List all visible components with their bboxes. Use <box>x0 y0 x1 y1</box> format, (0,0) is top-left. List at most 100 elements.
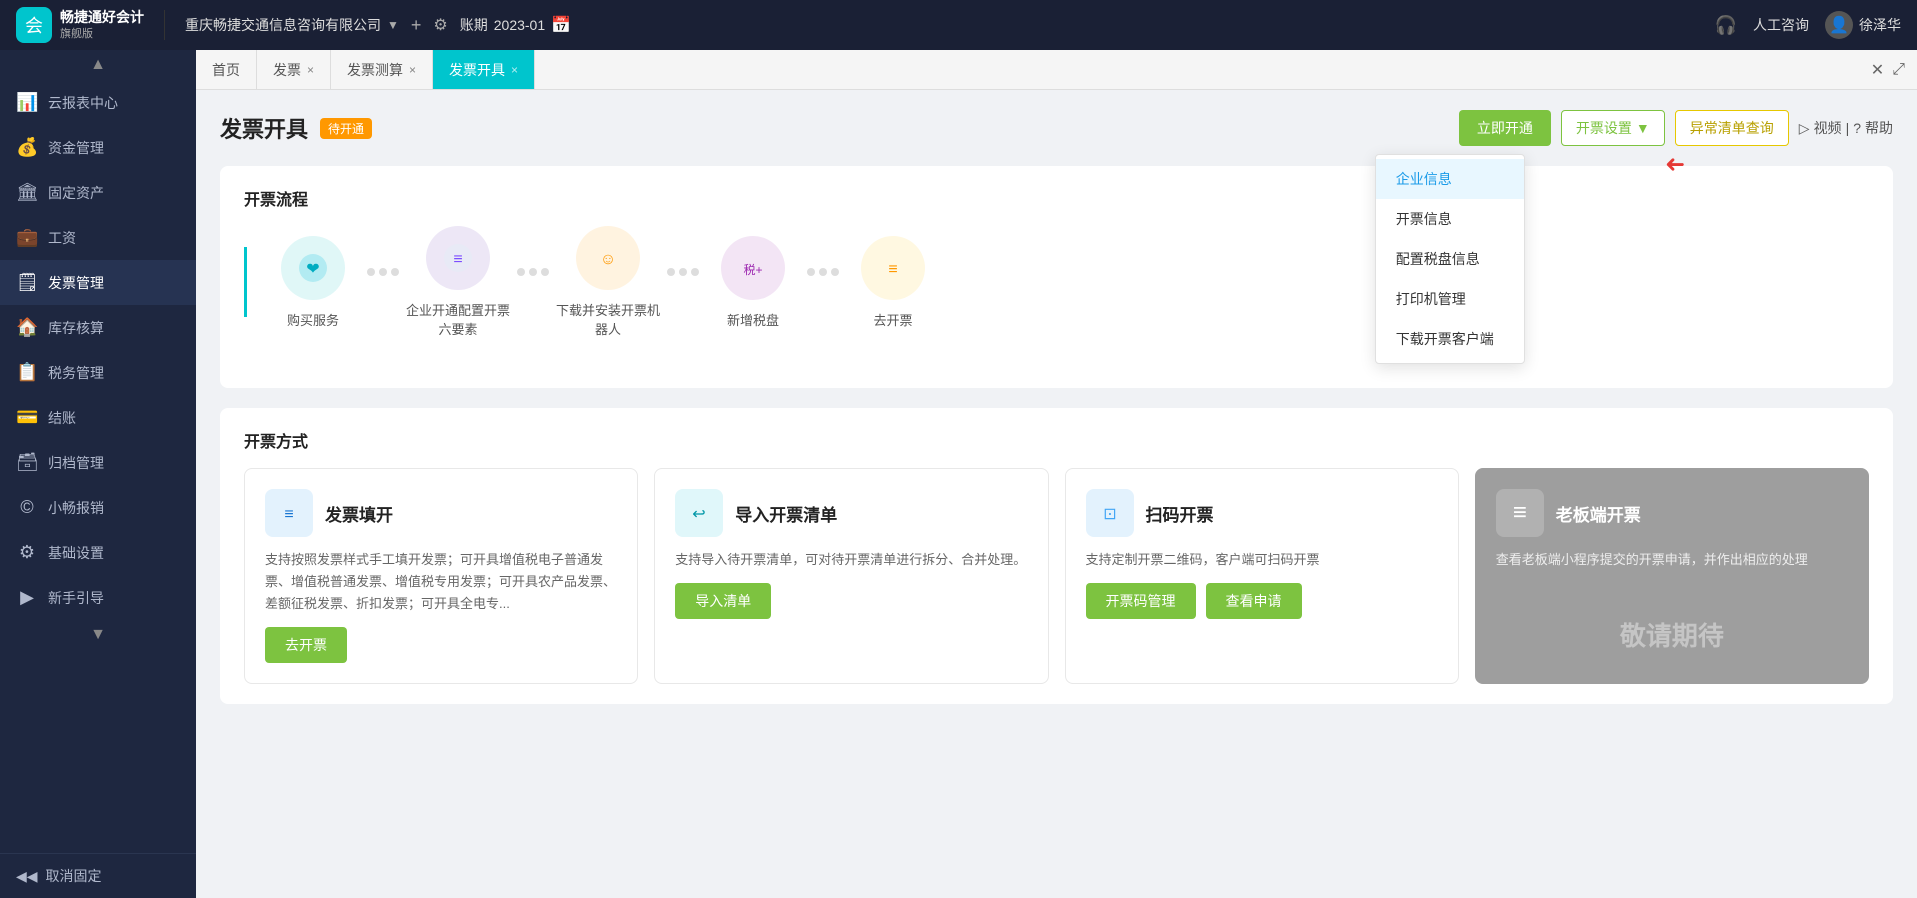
saoma-btns: 开票码管理 查看申请 <box>1086 583 1438 619</box>
tab-maximize-btn[interactable]: ⤢ <box>1892 61 1905 79</box>
process-dots-2 <box>517 268 549 296</box>
shuiwu-icon: 📋 <box>16 362 38 383</box>
settings-icon[interactable]: ⚙ <box>433 15 447 35</box>
page-title: 发票开具 <box>220 112 308 144</box>
dropdown-item-qiye[interactable]: 企业信息 <box>1376 159 1524 199</box>
method-title-laoban: 老板端开票 <box>1556 501 1641 526</box>
methods-section: 开票方式 ≡ 发票填开 支持按照发票样式手工填开发票；可开具增值税电子普通发票、… <box>220 408 1893 704</box>
method-header-laoban: ≡ 老板端开票 <box>1496 489 1848 537</box>
svg-text:≡: ≡ <box>888 261 897 278</box>
sidebar-item-jichushezhi[interactable]: ⚙ 基础设置 <box>0 530 196 575</box>
abnormal-button[interactable]: 异常清单查询 <box>1675 110 1789 146</box>
calendar-icon[interactable]: 📅 <box>551 15 571 35</box>
tab-fapiao-label: 发票 <box>273 60 301 80</box>
dropdown-item-kaipiao[interactable]: 开票信息 <box>1376 199 1524 239</box>
sidebar-item-zijin[interactable]: 💰 资金管理 <box>0 125 196 170</box>
daoru-btn[interactable]: 导入清单 <box>675 583 771 619</box>
dropdown-item-peizhi[interactable]: 配置税盘信息 <box>1376 239 1524 279</box>
sidebar-item-jiezhang[interactable]: 💳 结账 <box>0 395 196 440</box>
top-divider <box>164 10 165 40</box>
add-icon[interactable]: + <box>411 15 422 36</box>
sidebar-item-shuiwu[interactable]: 📋 税务管理 <box>0 350 196 395</box>
methods-grid: ≡ 发票填开 支持按照发票样式手工填开发票；可开具增值税电子普通发票、增值税普通… <box>244 468 1869 684</box>
laoban-overlay: 敬请期待 <box>1496 606 1848 663</box>
sidebar-label-jiezhang: 结账 <box>48 408 76 428</box>
tab-fapiao-close-icon[interactable]: × <box>307 63 314 77</box>
sidebar-scroll-up[interactable]: ▲ <box>0 50 196 80</box>
sidebar-label-kucun: 库存核算 <box>48 318 104 338</box>
dropdown-item-dayinji[interactable]: 打印机管理 <box>1376 279 1524 319</box>
sidebar-item-gudingzichan[interactable]: 🏛 固定资产 <box>0 170 196 215</box>
method-header-tiankao: ≡ 发票填开 <box>265 489 617 537</box>
process-icon-5: ≡ <box>861 236 925 300</box>
help-label[interactable]: 帮助 <box>1865 118 1893 138</box>
tiankao-btn[interactable]: 去开票 <box>265 627 347 663</box>
content-area: 首页 发票 × 发票测算 × 发票开具 × ✕ ⤢ <box>196 50 1917 898</box>
sidebar-item-yunbao[interactable]: 📊 云报表中心 <box>0 80 196 125</box>
user-info[interactable]: 👤 徐泽华 <box>1825 11 1901 39</box>
separator: | <box>1846 120 1850 136</box>
video-label[interactable]: 视频 <box>1814 118 1842 138</box>
company-selector[interactable]: 重庆畅捷交通信息咨询有限公司 ▼ <box>185 15 399 35</box>
dot3 <box>391 268 399 276</box>
dot9 <box>691 268 699 276</box>
sidebar-item-xiaochang[interactable]: © 小畅报销 <box>0 485 196 530</box>
process-icon-2: ≡ <box>426 226 490 290</box>
dot5 <box>529 268 537 276</box>
sidebar-item-gongzi[interactable]: 💼 工资 <box>0 215 196 260</box>
process-icon-4: 税+ <box>721 236 785 300</box>
laoban-icon: ≡ <box>1496 489 1544 537</box>
saoma-btn1[interactable]: 开票码管理 <box>1086 583 1196 619</box>
tab-close-btn[interactable]: ✕ <box>1871 60 1884 80</box>
sidebar-cancel-btn[interactable]: ◀◀ 取消固定 <box>0 854 196 898</box>
logo-sub: 旗舰版 <box>60 25 144 41</box>
saoma-btn2[interactable]: 查看申请 <box>1206 583 1302 619</box>
method-header-daoru: ↩ 导入开票清单 <box>675 489 1027 537</box>
play-icon: ▷ <box>1799 120 1810 137</box>
process-step-1: ❤ 购买服务 <box>263 236 363 329</box>
sidebar-item-kucun[interactable]: 🏠 库存核算 <box>0 305 196 350</box>
process-step-2: ≡ 企业开通配置开票六要素 <box>403 226 513 338</box>
sidebar-scroll-down[interactable]: ▼ <box>0 620 196 650</box>
method-card-saoma: ⊡ 扫码开票 支持定制开票二维码，客户端可扫码开票 开票码管理 查看申请 <box>1065 468 1459 684</box>
process-icon-1: ❤ <box>281 236 345 300</box>
help-icon: ? <box>1853 120 1861 136</box>
support-label[interactable]: 人工咨询 <box>1753 15 1809 35</box>
tab-home[interactable]: 首页 <box>196 50 257 89</box>
page-header: 发票开具 待开通 立即开通 开票设置 ▼ 企业信息 <box>220 110 1893 146</box>
sidebar-item-guidang[interactable]: 🗃 归档管理 <box>0 440 196 485</box>
sidebar-label-jichushezhi: 基础设置 <box>48 543 104 563</box>
sidebar-bottom: ◀◀ 取消固定 <box>0 853 196 898</box>
dropdown-item-xiazai[interactable]: 下载开票客户端 <box>1376 319 1524 359</box>
sidebar-item-fapiao[interactable]: 🗒 发票管理 <box>0 260 196 305</box>
dropdown-item-peizhi-label: 配置税盘信息 <box>1396 251 1480 267</box>
tab-fapiaokaiju-close-icon[interactable]: × <box>511 63 518 77</box>
sidebar-label-fapiao: 发票管理 <box>48 273 104 293</box>
sidebar-item-xinshou[interactable]: ▶ 新手引导 <box>0 575 196 620</box>
tab-fapiaosusuan-close-icon[interactable]: × <box>409 63 416 77</box>
process-step-4: 税+ 新增税盘 <box>703 236 803 329</box>
methods-section-title: 开票方式 <box>244 428 1869 452</box>
dot11 <box>819 268 827 276</box>
tab-fapiaokaiju[interactable]: 发票开具 × <box>433 50 535 89</box>
tab-fapiaosusuan[interactable]: 发票测算 × <box>331 50 433 89</box>
tab-fapiao[interactable]: 发票 × <box>257 50 331 89</box>
svg-text:≡: ≡ <box>284 506 293 523</box>
process-section-title: 开票流程 <box>244 186 1869 210</box>
logo-text: 畅捷通好会计 <box>60 9 144 26</box>
headset-icon: 🎧 <box>1715 15 1737 36</box>
process-dots-4 <box>807 268 839 296</box>
process-dots-1 <box>367 268 399 296</box>
period-label: 账期 2023-01 📅 <box>460 15 571 35</box>
app-container: 会 畅捷通好会计 旗舰版 重庆畅捷交通信息咨询有限公司 ▼ + ⚙ 账期 202… <box>0 0 1917 898</box>
daoru-icon: ↩ <box>675 489 723 537</box>
company-arrow-icon: ▼ <box>387 18 399 32</box>
saoma-icon: ⊡ <box>1086 489 1134 537</box>
settings-button[interactable]: 开票设置 ▼ <box>1561 110 1665 146</box>
activate-button[interactable]: 立即开通 <box>1459 110 1551 146</box>
dropdown-item-dayinji-label: 打印机管理 <box>1396 291 1466 307</box>
settings-dropdown-menu: 企业信息 开票信息 配置税盘信息 打印机管理 <box>1375 154 1525 364</box>
logo-area[interactable]: 会 畅捷通好会计 旗舰版 <box>16 7 144 43</box>
fapiao-icon: 🗒 <box>16 272 38 293</box>
avatar: 👤 <box>1825 11 1853 39</box>
